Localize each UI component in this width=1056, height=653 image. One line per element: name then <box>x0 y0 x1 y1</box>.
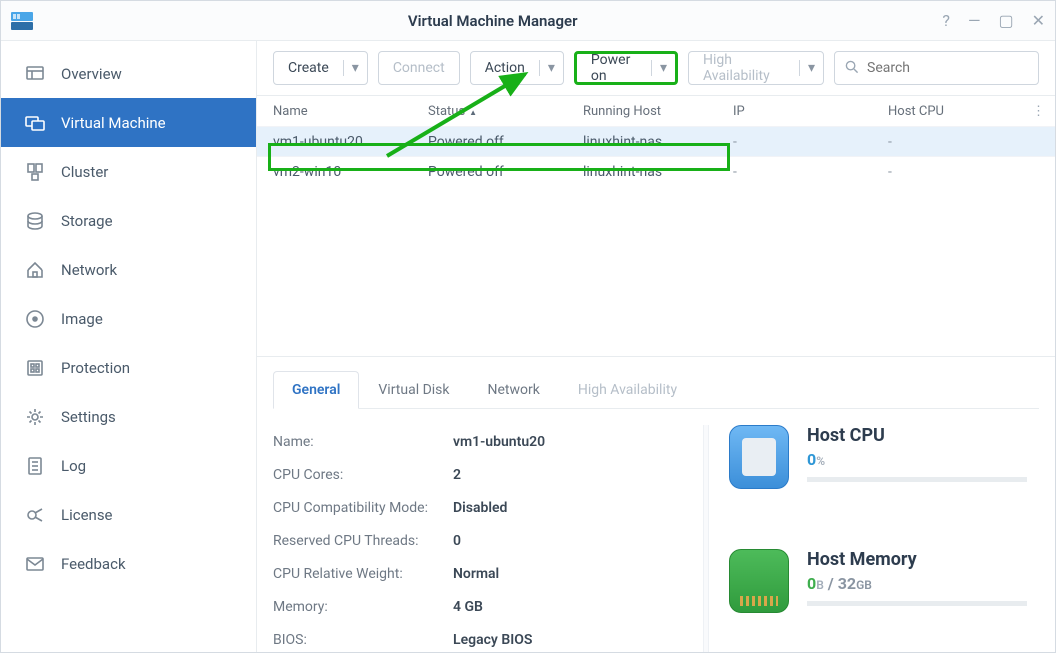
network-icon <box>25 260 45 280</box>
high-availability-button[interactable]: High Availability▾ <box>688 51 824 85</box>
window-controls: ? — ▢ ✕ <box>942 11 1045 30</box>
sidebar-item-storage[interactable]: Storage <box>1 196 256 245</box>
sidebar-item-image[interactable]: Image <box>1 294 256 343</box>
meters: Host CPU 0% Host Memory 0 <box>729 425 1039 652</box>
prop-row: CPU Compatibility Mode:Disabled <box>273 491 683 524</box>
meter-value: 0% <box>807 450 1027 469</box>
col-header-ip[interactable]: IP <box>733 104 888 119</box>
search-box[interactable] <box>834 51 1039 85</box>
meter-title: Host CPU <box>807 425 1027 446</box>
meter-cpu: Host CPU 0% <box>729 425 1027 489</box>
connect-button[interactable]: Connect <box>378 51 460 85</box>
storage-icon <box>25 211 45 231</box>
meter-value: 0B / 32GB <box>807 574 1027 593</box>
close-icon[interactable]: ✕ <box>1032 11 1045 30</box>
search-input[interactable] <box>867 60 1045 76</box>
sort-asc-icon: ▲ <box>469 108 477 117</box>
image-icon <box>25 309 45 329</box>
search-icon <box>845 59 859 78</box>
feedback-icon <box>25 554 45 574</box>
prop-row: BIOS:Legacy BIOS <box>273 623 683 652</box>
sidebar-item-log[interactable]: Log <box>1 441 256 490</box>
prop-row: CPU Cores:2 <box>273 458 683 491</box>
main-panel: Create▾ Connect Action▾ Power on▾ High A… <box>257 41 1055 652</box>
sidebar-item-cluster[interactable]: Cluster <box>1 147 256 196</box>
sidebar-item-protection[interactable]: Protection <box>1 343 256 392</box>
meter-memory: Host Memory 0B / 32GB <box>729 549 1027 613</box>
tab-network[interactable]: Network <box>469 371 559 408</box>
memory-icon <box>729 549 789 613</box>
sidebar-item-settings[interactable]: Settings <box>1 392 256 441</box>
titlebar: Virtual Machine Manager ? — ▢ ✕ <box>1 1 1055 41</box>
col-header-name[interactable]: Name <box>273 104 428 119</box>
table-row[interactable]: vm2-win10 Powered off linuxhint-nas - - <box>257 156 1055 186</box>
meter-bar <box>807 477 1027 482</box>
sidebar-label: Feedback <box>61 555 126 573</box>
sidebar-item-network[interactable]: Network <box>1 245 256 294</box>
scrollbar[interactable] <box>703 425 709 652</box>
sidebar: Overview Virtual Machine Cluster Storage… <box>1 41 257 652</box>
help-icon[interactable]: ? <box>942 11 950 30</box>
table-header: Name Status▲ Running Host IP Host CPU ⋮ <box>257 96 1055 126</box>
sidebar-label: Log <box>61 457 86 475</box>
meter-title: Host Memory <box>807 549 1027 570</box>
toolbar: Create▾ Connect Action▾ Power on▾ High A… <box>257 41 1055 96</box>
overview-icon <box>25 64 45 84</box>
sidebar-label: Settings <box>61 408 116 426</box>
create-button[interactable]: Create▾ <box>273 51 368 85</box>
props-list: Name:vm1-ubuntu20 CPU Cores:2 CPU Compat… <box>273 425 683 652</box>
settings-icon <box>25 407 45 427</box>
chevron-down-icon[interactable]: ▾ <box>651 60 675 76</box>
sidebar-label: Virtual Machine <box>61 114 166 132</box>
sidebar-label: Overview <box>61 65 122 83</box>
minimize-icon[interactable]: — <box>968 11 981 30</box>
chevron-down-icon[interactable]: ▾ <box>343 60 367 76</box>
sidebar-label: Network <box>61 261 117 279</box>
sidebar-label: Image <box>61 310 103 328</box>
app-window: Virtual Machine Manager ? — ▢ ✕ Overview… <box>0 0 1056 653</box>
sidebar-item-overview[interactable]: Overview <box>1 49 256 98</box>
window-title: Virtual Machine Manager <box>43 12 942 30</box>
sidebar-item-feedback[interactable]: Feedback <box>1 539 256 588</box>
table-row[interactable]: vm1-ubuntu20 Powered off linuxhint-nas -… <box>257 126 1055 156</box>
meter-bar <box>807 601 1027 606</box>
prop-row: CPU Relative Weight:Normal <box>273 557 683 590</box>
sidebar-item-virtual-machine[interactable]: Virtual Machine <box>1 98 256 147</box>
detail-tabs: General Virtual Disk Network High Availa… <box>273 357 1039 409</box>
tab-ha[interactable]: High Availability <box>559 371 696 408</box>
power-on-button[interactable]: Power on▾ <box>574 51 678 85</box>
action-button[interactable]: Action▾ <box>470 51 564 85</box>
cpu-icon <box>729 425 789 489</box>
col-header-cpu[interactable]: Host CPU <box>888 104 1008 119</box>
prop-row: Memory:4 GB <box>273 590 683 623</box>
vm-icon <box>25 113 45 133</box>
log-icon <box>25 456 45 476</box>
app-icon <box>11 12 33 30</box>
chevron-down-icon[interactable]: ▾ <box>799 60 823 76</box>
sidebar-label: Storage <box>61 212 113 230</box>
sidebar-item-license[interactable]: License <box>1 490 256 539</box>
tab-general[interactable]: General <box>273 371 359 409</box>
prop-row: Reserved CPU Threads:0 <box>273 524 683 557</box>
details-panel: General Virtual Disk Network High Availa… <box>257 356 1055 652</box>
cluster-icon <box>25 162 45 182</box>
col-header-status[interactable]: Status▲ <box>428 104 583 119</box>
protection-icon <box>25 358 45 378</box>
prop-row: Name:vm1-ubuntu20 <box>273 425 683 458</box>
sidebar-label: Cluster <box>61 163 108 181</box>
chevron-down-icon[interactable]: ▾ <box>539 60 563 76</box>
col-header-host[interactable]: Running Host <box>583 104 733 119</box>
tab-vdisk[interactable]: Virtual Disk <box>359 371 468 408</box>
maximize-icon[interactable]: ▢ <box>998 11 1013 30</box>
columns-menu-icon[interactable]: ⋮ <box>1032 104 1045 119</box>
sidebar-label: Protection <box>61 359 130 377</box>
license-icon <box>25 505 45 525</box>
sidebar-label: License <box>61 506 113 524</box>
